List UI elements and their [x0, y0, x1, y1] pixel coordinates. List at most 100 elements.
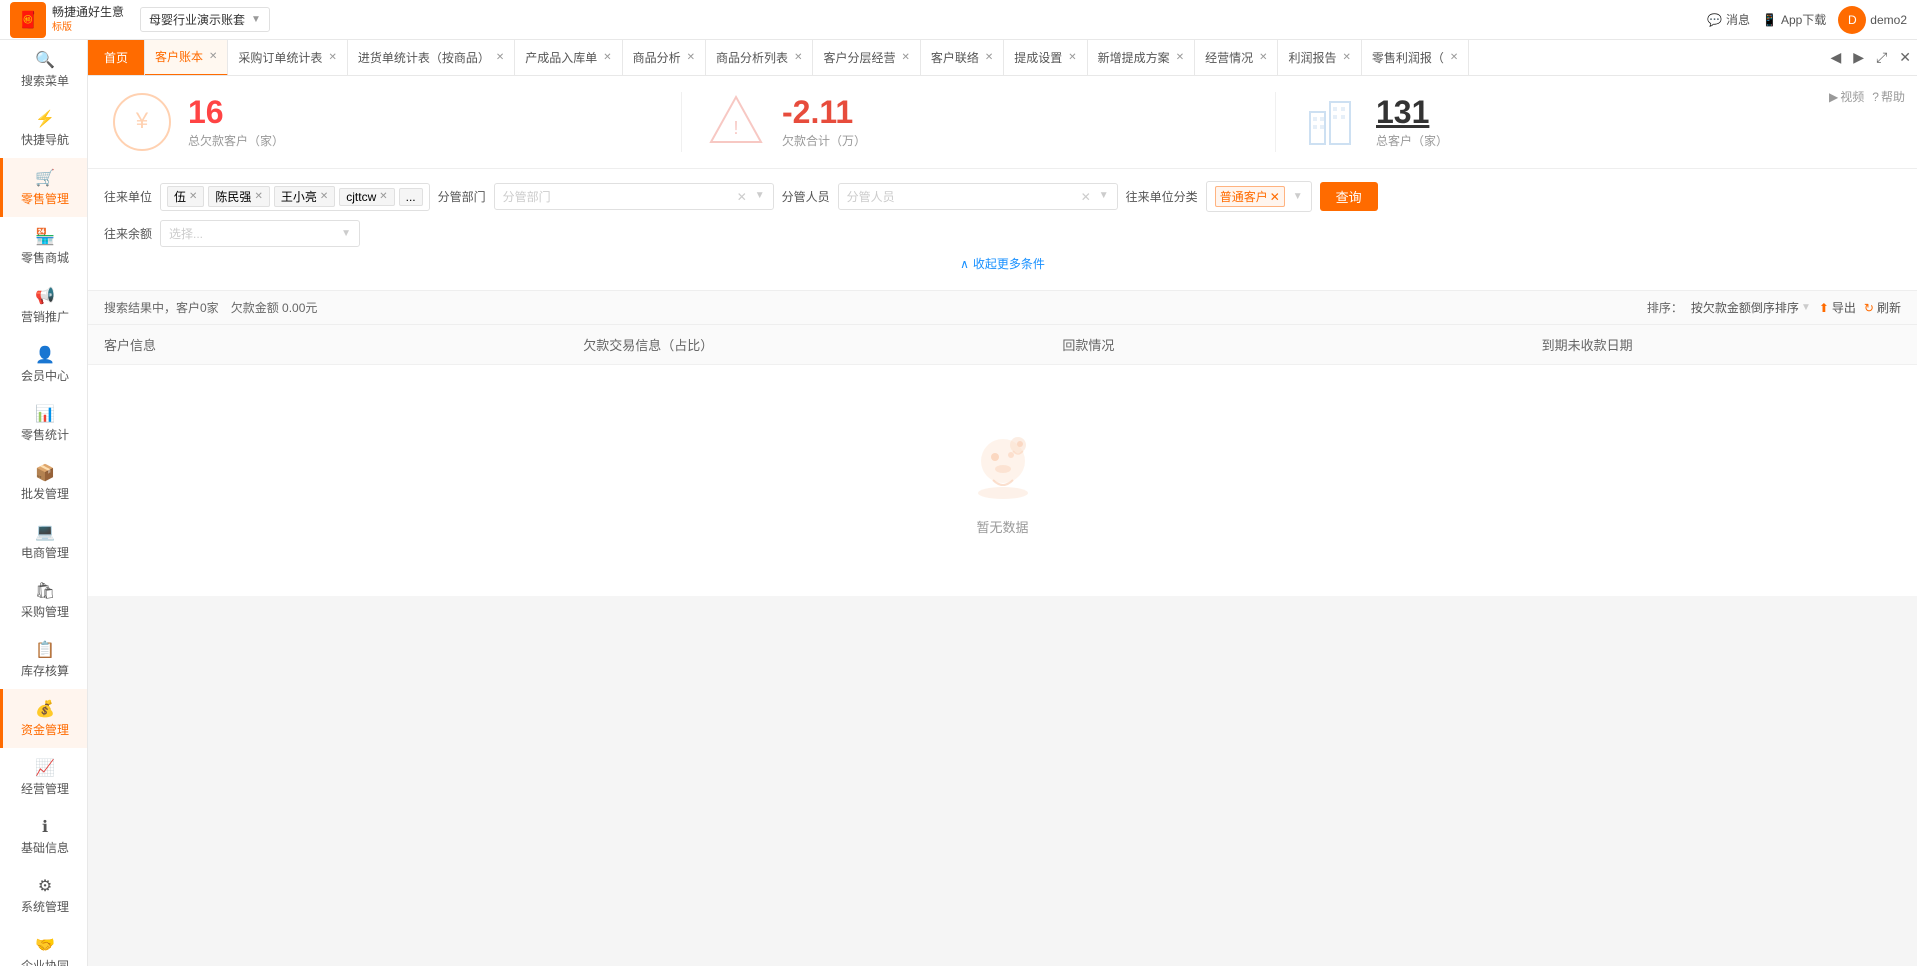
message-button[interactable]: 💬 消息	[1707, 11, 1750, 28]
message-icon: 💬	[1707, 13, 1722, 27]
tab-label: 客户账本	[155, 48, 203, 65]
stats-section: ¥ 16 总欠款客户（家） !	[88, 76, 1917, 169]
sidebar-item-member[interactable]: 👤 会员中心	[0, 335, 87, 394]
clipboard-icon: 📋	[35, 640, 55, 660]
app-download-button[interactable]: 📱 App下载	[1762, 11, 1826, 28]
tab-commission-settings[interactable]: 提成设置 ✕	[1004, 40, 1087, 76]
close-icon[interactable]: ✕	[1343, 52, 1351, 63]
category-tag[interactable]: 普通客户 ✕	[1215, 186, 1285, 207]
unit-tag-wang[interactable]: 王小亮 ✕	[274, 186, 335, 207]
tab-profit-report[interactable]: 利润报告 ✕	[1278, 40, 1361, 76]
col-header-debt: 欠款交易信息（占比）	[583, 335, 1062, 354]
manager-select[interactable]: 分管人员 ✕ ▼	[838, 183, 1118, 210]
sidebar-item-label: 会员中心	[21, 367, 69, 384]
sidebar-item-retail-stats[interactable]: 📊 零售统计	[0, 394, 87, 453]
sidebar-item-label: 基础信息	[21, 839, 69, 856]
export-button[interactable]: ⬆ 导出	[1819, 299, 1856, 316]
unit-tag-chen[interactable]: 陈民强 ✕	[208, 186, 269, 207]
tab-customer-layer[interactable]: 客户分层经营 ✕	[813, 40, 920, 76]
tab-retail-profit[interactable]: 零售利润报（ ✕	[1362, 40, 1469, 76]
remove-tag-icon[interactable]: ✕	[1270, 190, 1280, 204]
close-icon[interactable]: ✕	[794, 52, 802, 63]
store-selector[interactable]: 母婴行业演示账套 ▼	[140, 7, 270, 32]
tab-product-inbound[interactable]: 产成品入库单 ✕	[515, 40, 622, 76]
unit-tag-wu[interactable]: 伍 ✕	[167, 186, 204, 207]
more-tags-button[interactable]: ...	[399, 188, 423, 206]
sidebar-item-shop[interactable]: 🏪 零售商城	[0, 217, 87, 276]
close-icon[interactable]: ✕	[901, 52, 909, 63]
tab-product-analysis[interactable]: 商品分析 ✕	[623, 40, 706, 76]
sidebar-item-basic-info[interactable]: ℹ 基础信息	[0, 807, 87, 866]
stat-info-3: 131 总客户（家）	[1376, 96, 1448, 149]
close-icon[interactable]: ✕	[985, 52, 993, 63]
remove-tag-icon[interactable]: ✕	[320, 191, 328, 202]
table-section: 客户信息 欠款交易信息（占比） 回款情况 到期未收款日期	[88, 325, 1917, 596]
tab-add-commission[interactable]: 新增提成方案 ✕	[1088, 40, 1195, 76]
remove-tag-icon[interactable]: ✕	[379, 191, 387, 202]
close-icon[interactable]: ✕	[1259, 52, 1267, 63]
dept-select[interactable]: 分管部门 ✕ ▼	[494, 183, 774, 210]
query-button[interactable]: 查询	[1320, 182, 1378, 211]
filter-row-1: 往来单位 伍 ✕ 陈民强 ✕ 王小亮	[104, 181, 1901, 212]
tab-customer-account[interactable]: 客户账本 ✕	[145, 40, 228, 76]
sidebar-item-quicknav[interactable]: ⚡ 快捷导航	[0, 99, 87, 158]
sidebar-item-ecommerce[interactable]: 💻 电商管理	[0, 512, 87, 571]
tab-home[interactable]: 首页	[88, 40, 145, 76]
sidebar-item-finance[interactable]: 💰 资金管理	[0, 689, 87, 748]
megaphone-icon: 📢	[35, 286, 55, 306]
stat-value-total-customers: 131	[1376, 96, 1448, 128]
empty-text-label: 暂无数据	[976, 517, 1028, 536]
tab-maximize-button[interactable]: ⤢	[1870, 49, 1893, 66]
stat-value-customers: 16	[188, 96, 284, 128]
sort-select[interactable]: 按欠款金额倒序排序 ▼	[1691, 299, 1811, 316]
category-filter-label: 往来单位分类	[1126, 188, 1198, 205]
store-icon: 🏪	[35, 227, 55, 247]
unit-tag-group[interactable]: 伍 ✕ 陈民强 ✕ 王小亮 ✕	[160, 183, 430, 211]
close-icon[interactable]: ✕	[1450, 52, 1458, 63]
sidebar-item-inventory[interactable]: 📋 库存核算	[0, 630, 87, 689]
video-button[interactable]: ▶ 视频	[1829, 88, 1864, 105]
help-button[interactable]: ? 帮助	[1872, 88, 1905, 105]
sidebar-item-search[interactable]: 🔍 搜索菜单	[0, 40, 87, 99]
remove-tag-icon[interactable]: ✕	[254, 191, 262, 202]
col-header-date: 到期未收款日期	[1542, 335, 1901, 354]
clear-icon[interactable]: ✕	[1081, 190, 1091, 204]
tab-business-status[interactable]: 经营情况 ✕	[1195, 40, 1278, 76]
tab-next-button[interactable]: ▶	[1847, 49, 1870, 66]
close-icon[interactable]: ✕	[328, 52, 336, 63]
sidebar-item-collab[interactable]: 🤝 企业协同	[0, 925, 87, 966]
tab-prev-button[interactable]: ◀	[1825, 49, 1848, 66]
collapse-button[interactable]: ∧ 收起更多条件	[104, 255, 1901, 272]
clear-icon[interactable]: ✕	[737, 190, 747, 204]
dept-filter-label: 分管部门	[438, 188, 486, 205]
sidebar-item-operations[interactable]: 📈 经营管理	[0, 748, 87, 807]
sidebar-item-marketing[interactable]: 📢 营销推广	[0, 276, 87, 335]
tab-product-analysis-list[interactable]: 商品分析列表 ✕	[706, 40, 813, 76]
unit-filter-label: 往来单位	[104, 188, 152, 205]
money-icon: 💰	[35, 699, 55, 719]
tab-close-all-button[interactable]: ✕	[1893, 49, 1917, 66]
close-icon[interactable]: ✕	[209, 51, 217, 62]
sidebar-item-retail[interactable]: 🛒 零售管理	[0, 158, 87, 217]
close-icon[interactable]: ✕	[687, 52, 695, 63]
close-icon[interactable]: ✕	[1068, 52, 1076, 63]
refresh-button[interactable]: ↻ 刷新	[1864, 299, 1901, 316]
sidebar-item-system[interactable]: ⚙ 系统管理	[0, 866, 87, 925]
table-header: 客户信息 欠款交易信息（占比） 回款情况 到期未收款日期	[88, 325, 1917, 365]
user-menu[interactable]: D demo2	[1838, 6, 1907, 34]
category-select[interactable]: 普通客户 ✕ ▼	[1206, 181, 1312, 212]
close-icon[interactable]: ✕	[603, 52, 611, 63]
sidebar-item-wholesale[interactable]: 📦 批发管理	[0, 453, 87, 512]
tab-customer-contact[interactable]: 客户联络 ✕	[921, 40, 1004, 76]
unit-tag-cjttcw[interactable]: cjttcw ✕	[339, 188, 394, 206]
tab-inventory-stats[interactable]: 进货单统计表（按商品） ✕	[348, 40, 515, 76]
filter-row-2: 往来余额 选择... ▼	[104, 220, 1901, 247]
avatar: D	[1838, 6, 1866, 34]
tab-purchase-stats[interactable]: 采购订单统计表 ✕	[228, 40, 347, 76]
balance-select[interactable]: 选择... ▼	[160, 220, 360, 247]
sidebar: 🔍 搜索菜单 ⚡ 快捷导航 🛒 零售管理 🏪 零售商城 📢 营销推广 👤	[0, 40, 88, 966]
remove-tag-icon[interactable]: ✕	[189, 191, 197, 202]
close-icon[interactable]: ✕	[496, 52, 504, 63]
sidebar-item-purchase[interactable]: 🛍 采购管理	[0, 571, 87, 630]
close-icon[interactable]: ✕	[1176, 52, 1184, 63]
